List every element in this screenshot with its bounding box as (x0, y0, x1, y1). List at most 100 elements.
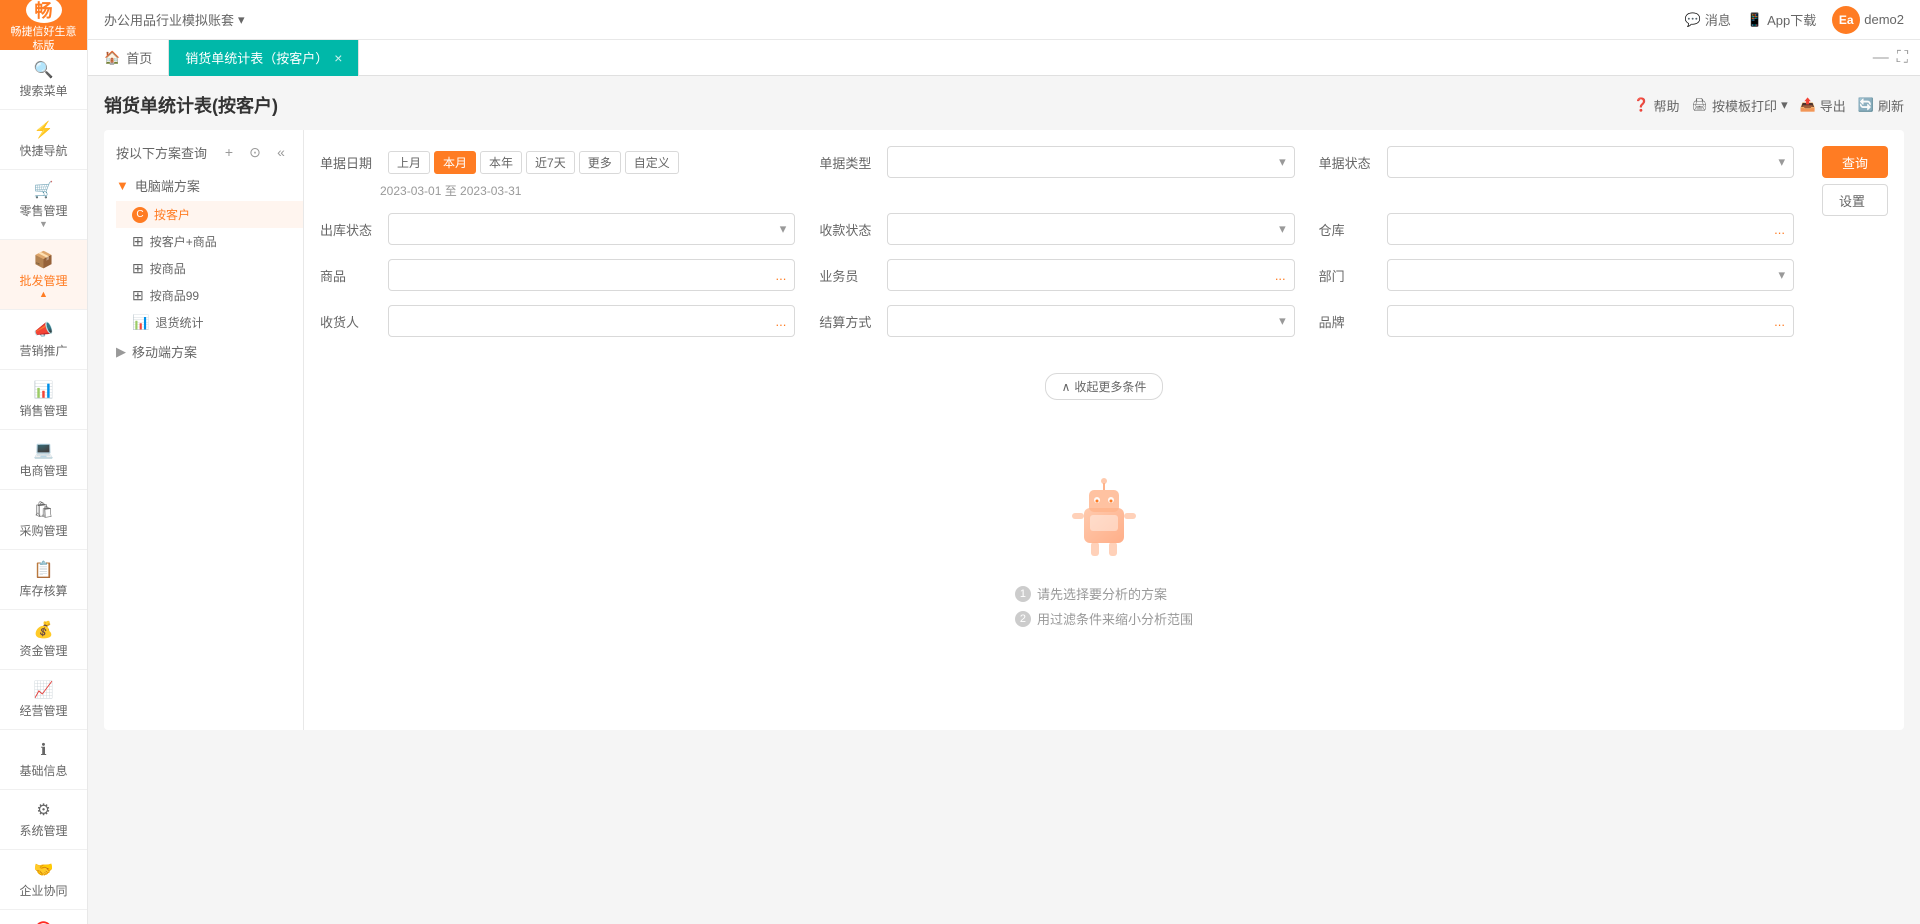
tree-child-customer[interactable]: C 按客户 (116, 201, 303, 228)
query-button[interactable]: 查询 (1822, 146, 1888, 178)
empty-state: 1 请先选择要分析的方案 2 用过滤条件来缩小分析范围 (320, 408, 1888, 694)
department-control[interactable]: ▾ (1387, 259, 1794, 291)
tree-child-customer-goods[interactable]: ⊞ 按客户+商品 (116, 228, 303, 255)
business-icon: 📈 (34, 680, 54, 700)
tree-section-mobile[interactable]: ▶ 移动端方案 (104, 336, 303, 367)
warehouse-label: 仓库 (1319, 220, 1379, 239)
out-status-filter: 出库状态 ▾ (320, 213, 795, 245)
sidebar-item-quicknav[interactable]: ⚡ 快捷导航 (0, 110, 87, 170)
empty-tip-1: 1 请先选择要分析的方案 (1015, 584, 1193, 603)
add-scheme-btn[interactable]: + (219, 142, 239, 162)
export-icon: 📤 (1800, 97, 1816, 113)
tree-collapsed-icon: ▶ (116, 344, 126, 360)
collect-status-control[interactable]: ▾ (887, 213, 1294, 245)
sidebar-item-marketing[interactable]: 📣 营销推广 (0, 310, 87, 370)
tree-child-return[interactable]: 📊 退货统计 (116, 309, 303, 336)
sidebar-item-search[interactable]: 🔍 搜索菜单 (0, 50, 87, 110)
empty-illustration (1054, 468, 1154, 568)
receiver-filter: 收货人 ... (320, 305, 795, 337)
tabbar: 🏠 首页 销货单统计表（按客户） × — ⛶ (88, 40, 1920, 76)
collapse-panel-btn[interactable]: « (271, 142, 291, 162)
basic-icon: ℹ (40, 740, 46, 760)
settlement-chevron: ▾ (1279, 313, 1286, 329)
header-right: 💬 消息 📱 App下载 Ea demo2 (1685, 6, 1904, 34)
sidebar-item-newbie[interactable]: 🎯 新手引导 (0, 910, 87, 924)
refresh-icon: 🔄 (1858, 97, 1874, 113)
out-status-control[interactable]: ▾ (388, 213, 795, 245)
avatar: Ea (1832, 6, 1860, 34)
department-filter: 部门 ▾ (1319, 259, 1794, 291)
top-header: 办公用品行业模拟账套 ▾ 💬 消息 📱 App下载 Ea demo2 (88, 0, 1920, 40)
salesperson-filter: 业务员 ... (819, 259, 1294, 291)
header-left: 办公用品行业模拟账套 ▾ (104, 10, 245, 29)
tree-desktop-children: C 按客户 ⊞ 按客户+商品 ⊞ 按商品 ⊞ 按商品99 (104, 201, 303, 336)
minimize-btn[interactable]: — (1873, 49, 1889, 67)
sidebar-item-system[interactable]: ⚙ 系统管理 (0, 790, 87, 850)
tree-child-goods99[interactable]: ⊞ 按商品99 (116, 282, 303, 309)
settlement-control[interactable]: ▾ (887, 305, 1294, 337)
dropdown-icon: ▾ (238, 12, 245, 28)
logo-text: 畅捷信好生意 标版 (11, 25, 77, 54)
date-btn-7days[interactable]: 近7天 (526, 151, 575, 174)
sidebar-nav: 🔍 搜索菜单 ⚡ 快捷导航 🛒 零售管理 ▼ 📦 批发管理 ▲ 📣 营销推广 📊… (0, 50, 87, 924)
doc-type-control[interactable]: ▾ (887, 146, 1294, 178)
date-btn-more[interactable]: 更多 (579, 151, 621, 174)
purchase-icon: 🛍 (33, 500, 53, 520)
sidebar-item-basic[interactable]: ℹ 基础信息 (0, 730, 87, 790)
brand-control[interactable]: ... (1387, 305, 1794, 337)
tab-close-icon[interactable]: × (334, 50, 342, 66)
message-btn[interactable]: 💬 消息 (1685, 10, 1731, 29)
sidebar-item-wholesale[interactable]: 📦 批发管理 ▲ (0, 240, 87, 310)
tree-child-goods[interactable]: ⊞ 按商品 (116, 255, 303, 282)
customer-scheme-icon: C (132, 207, 148, 223)
tab-active[interactable]: 销货单统计表（按客户） × (169, 40, 359, 76)
brand-filter: 品牌 ... (1319, 305, 1794, 337)
sidebar-item-ecommerce[interactable]: 💻 电商管理 (0, 430, 87, 490)
print-btn[interactable]: 🖨 按模板打印 ▾ (1692, 96, 1788, 115)
export-btn[interactable]: 📤 导出 (1800, 96, 1846, 115)
date-btn-lastmonth[interactable]: 上月 (388, 151, 430, 174)
inventory-icon: 📋 (34, 560, 54, 580)
date-range-text: 2023-03-01 至 2023-03-31 (380, 182, 1794, 199)
goods-filter: 商品 ... (320, 259, 795, 291)
maximize-btn[interactable]: ⛶ (1897, 49, 1908, 67)
salesperson-control[interactable]: ... (887, 259, 1294, 291)
date-btn-thisyear[interactable]: 本年 (480, 151, 522, 174)
sidebar-item-sales[interactable]: 📊 销售管理 (0, 370, 87, 430)
user-menu[interactable]: Ea demo2 (1832, 6, 1904, 34)
sidebar-item-finance[interactable]: 💰 资金管理 (0, 610, 87, 670)
sidebar-item-retail[interactable]: 🛒 零售管理 ▼ (0, 170, 87, 240)
sidebar-item-business[interactable]: 📈 经营管理 (0, 670, 87, 730)
tab-home[interactable]: 🏠 首页 (88, 40, 169, 76)
empty-tips: 1 请先选择要分析的方案 2 用过滤条件来缩小分析范围 (1015, 584, 1193, 634)
company-selector[interactable]: 办公用品行业模拟账套 ▾ (104, 10, 245, 29)
settings-button[interactable]: 设置 (1822, 184, 1888, 216)
return-icon: 📊 (132, 314, 149, 331)
collect-status-label: 收款状态 (819, 220, 879, 239)
settings-scheme-btn[interactable]: ⊙ (245, 142, 265, 162)
refresh-btn[interactable]: 🔄 刷新 (1858, 96, 1904, 115)
collapse-more-btn[interactable]: ∧ 收起更多条件 (1045, 373, 1164, 400)
collapse-bar: ∧ 收起更多条件 (320, 365, 1888, 408)
receiver-control[interactable]: ... (388, 305, 795, 337)
print-icon: 🖨 (1692, 97, 1709, 113)
doc-status-control[interactable]: ▾ (1387, 146, 1794, 178)
collapse-arrow-icon: ∧ (1062, 380, 1071, 394)
page-content: 销货单统计表(按客户) ❓ 帮助 🖨 按模板打印 ▾ 📤 导出 🔄 刷新 (88, 76, 1920, 924)
message-icon: 💬 (1685, 12, 1701, 28)
sidebar-item-corp[interactable]: 🤝 企业协同 (0, 850, 87, 910)
help-btn[interactable]: ❓ 帮助 (1633, 96, 1679, 115)
warehouse-control[interactable]: ... (1387, 213, 1794, 245)
sidebar-item-inventory[interactable]: 📋 库存核算 (0, 550, 87, 610)
right-panel: 单据日期 上月 本月 本年 近7天 更多 自定义 (304, 130, 1904, 730)
sidebar-item-purchase[interactable]: 🛍 采购管理 (0, 490, 87, 550)
date-btn-thismonth[interactable]: 本月 (434, 151, 476, 174)
date-btn-custom[interactable]: 自定义 (625, 151, 679, 174)
customer-goods-icon: ⊞ (132, 233, 144, 250)
goods-control[interactable]: ... (388, 259, 795, 291)
doc-type-chevron: ▾ (1279, 154, 1286, 170)
app-download-btn[interactable]: 📱 App下载 (1747, 10, 1816, 29)
tree-section-desktop[interactable]: ▼ 电脑端方案 (104, 170, 303, 201)
salesperson-label: 业务员 (819, 266, 879, 285)
goods-icon: ⊞ (132, 260, 144, 277)
